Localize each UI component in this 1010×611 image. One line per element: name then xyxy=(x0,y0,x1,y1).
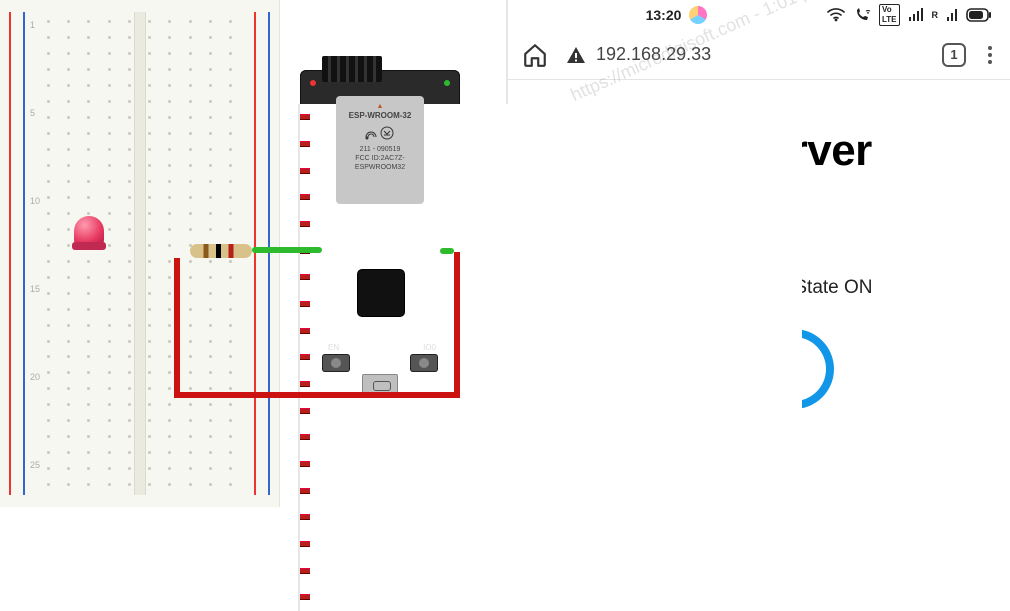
wifi-icon xyxy=(827,8,845,22)
tab-count-value: 1 xyxy=(950,47,957,62)
board-model: ESP-WROOM-32 xyxy=(342,111,418,121)
circuit-diagram: 1 5 10 15 20 25 ▲ ESP-WROOM-32 211 - 090… xyxy=(0,0,506,507)
board-fcc: FCC ID:2AC7Z-ESPWROOM32 xyxy=(355,155,405,171)
ground-wire-vert xyxy=(454,252,460,396)
en-button-label: EN xyxy=(328,343,339,352)
ground-wire-horiz xyxy=(174,392,460,398)
url-text: 192.168.29.33 xyxy=(596,44,711,65)
battery-icon xyxy=(966,8,992,22)
insecure-warning-icon xyxy=(566,45,586,65)
browser-address-bar: 192.168.29.33 1 xyxy=(508,30,1010,80)
signal-wire xyxy=(252,247,322,253)
home-icon[interactable] xyxy=(522,42,548,68)
signal-icon xyxy=(908,8,924,22)
volte-icon: VoLTE xyxy=(879,4,900,25)
esp32-shield: ▲ ESP-WROOM-32 211 - 090519 FCC ID:2AC7Z… xyxy=(336,96,424,204)
vowifi-icon xyxy=(853,8,871,22)
network-r-icon: R xyxy=(932,10,939,20)
overflow-menu-icon[interactable] xyxy=(984,42,996,68)
signal2-icon xyxy=(946,8,958,22)
esp32-board: ▲ ESP-WROOM-32 211 - 090519 FCC ID:2AC7Z… xyxy=(300,70,460,390)
url-field[interactable]: 192.168.29.33 xyxy=(566,44,924,65)
io0-button xyxy=(410,354,438,372)
resistor xyxy=(190,244,252,258)
cloud-sync-icon xyxy=(689,6,707,24)
en-button xyxy=(322,354,350,372)
status-time: 13:20 xyxy=(646,7,682,23)
io0-button-label: IO0 xyxy=(423,343,436,352)
signal-wire-pin xyxy=(440,248,454,254)
status-bar: 13:20 VoLTE R xyxy=(508,0,1010,30)
tab-switcher[interactable]: 1 xyxy=(942,43,966,67)
red-led xyxy=(74,216,110,262)
ground-wire-up xyxy=(174,258,180,398)
